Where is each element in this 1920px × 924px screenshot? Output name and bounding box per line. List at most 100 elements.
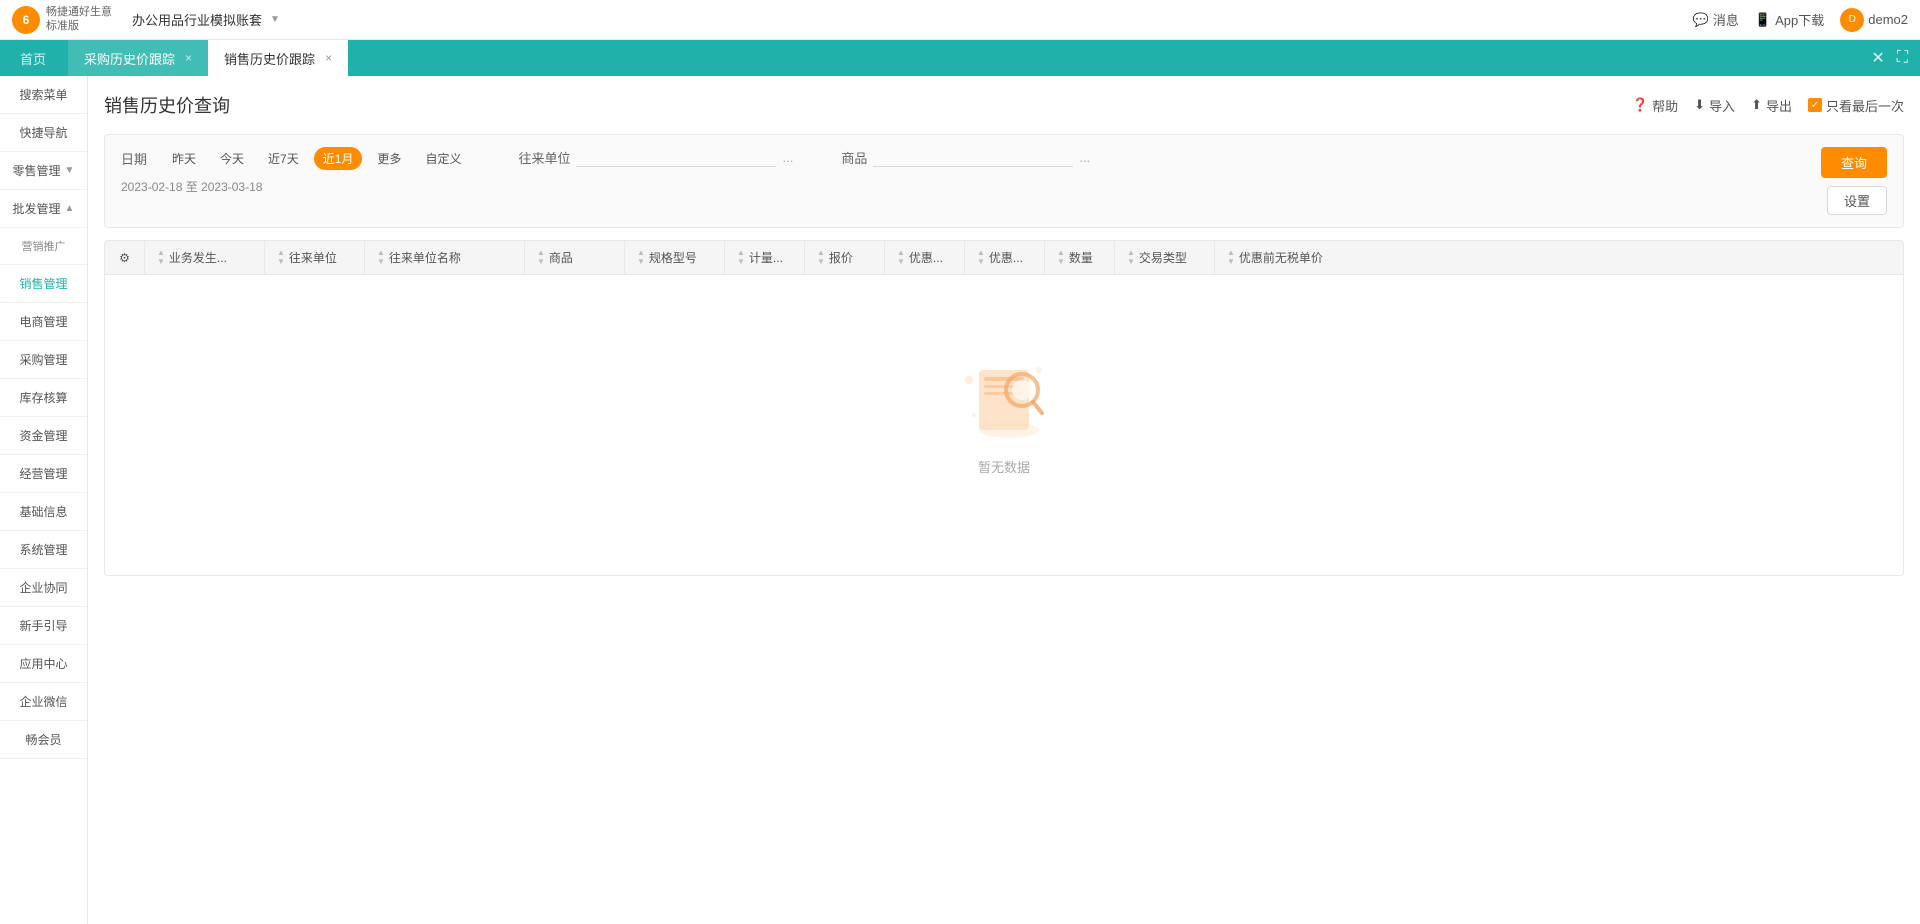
date-btn-1month[interactable]: 近1月: [314, 147, 363, 170]
sidebar-item-purchase-mgmt[interactable]: 采购管理: [0, 341, 87, 379]
import-icon: ⬇: [1694, 97, 1705, 113]
dropdown-arrow-icon[interactable]: ▼: [270, 14, 280, 25]
page-actions: ❓ 帮助 ⬇ 导入 ⬆ 导出 ✓ 只看最后一次: [1632, 96, 1904, 115]
member-label: 畅会员: [25, 731, 61, 748]
sidebar-item-basic-info[interactable]: 基础信息: [0, 493, 87, 531]
sidebar-item-beginner-guide[interactable]: 新手引导: [0, 607, 87, 645]
th-quote[interactable]: ▲▼ 报价: [805, 241, 885, 274]
only-last-checkbox[interactable]: ✓ 只看最后一次: [1808, 96, 1904, 115]
purchase-mgmt-label: 采购管理: [19, 351, 67, 368]
inventory-label: 库存核算: [19, 389, 67, 406]
partner-input[interactable]: [576, 147, 776, 167]
ops-mgmt-label: 经营管理: [19, 465, 67, 482]
sidebar-item-quick-nav[interactable]: 快捷导航: [0, 114, 87, 152]
sidebar-item-inventory[interactable]: 库存核算: [0, 379, 87, 417]
setting-button[interactable]: 设置: [1827, 186, 1887, 215]
tab-close-all-icon[interactable]: ✕: [1871, 48, 1884, 68]
date-btn-custom[interactable]: 自定义: [416, 147, 470, 170]
sidebar-item-enterprise-collab[interactable]: 企业协同: [0, 569, 87, 607]
sidebar-item-member[interactable]: 畅会员: [0, 721, 87, 759]
sort-no-tax-price: ▲▼: [1227, 249, 1235, 266]
th-trade-type[interactable]: ▲▼ 交易类型: [1115, 241, 1215, 274]
sidebar-item-retail-mgmt[interactable]: 零售管理 ▼: [0, 152, 87, 190]
logo-text: 畅捷通好生意 标准版: [46, 6, 112, 32]
message-icon: 💬: [1693, 12, 1709, 28]
gear-icon[interactable]: ⚙: [119, 251, 130, 265]
app-center-label: 应用中心: [19, 655, 67, 672]
th-goods[interactable]: ▲▼ 商品: [525, 241, 625, 274]
tab-close-purchase[interactable]: ×: [185, 51, 192, 65]
goods-dots: ...: [1079, 150, 1090, 165]
sidebar-item-enterprise-wechat[interactable]: 企业微信: [0, 683, 87, 721]
wholesale-arrow-icon: ▲: [65, 203, 75, 214]
filter-bar: 日期 昨天 今天 近7天 近1月 更多 自定义 2023-02-18 至 202…: [104, 134, 1904, 228]
help-button[interactable]: ❓ 帮助: [1632, 96, 1678, 115]
goods-input[interactable]: [873, 147, 1073, 167]
main-layout: 搜索菜单 快捷导航 零售管理 ▼ 批发管理 ▲ 营销推广 销售管理 电商管理 采…: [0, 76, 1920, 924]
sidebar-item-ecommerce[interactable]: 电商管理: [0, 303, 87, 341]
empty-illustration: [954, 355, 1054, 445]
page-title: 销售历史价查询: [104, 92, 230, 118]
content-area: 销售历史价查询 ❓ 帮助 ⬇ 导入 ⬆ 导出 ✓: [88, 76, 1920, 924]
sort-biz-date: ▲▼: [157, 249, 165, 266]
goods-filter: 商品 ...: [841, 147, 1090, 167]
sidebar-item-ops-mgmt[interactable]: 经营管理: [0, 455, 87, 493]
logo-area: 6 畅捷通好生意 标准版: [12, 6, 112, 34]
th-no-tax-price[interactable]: ▲▼ 优惠前无税单价: [1215, 241, 1903, 274]
top-bar-right: 💬 消息 📱 App下载 D demo2: [1693, 8, 1908, 32]
enterprise-collab-label: 企业协同: [19, 579, 67, 596]
date-btn-today[interactable]: 今天: [211, 147, 253, 170]
empty-state: 暂无数据: [105, 275, 1903, 556]
sidebar-item-sales-mgmt[interactable]: 销售管理: [0, 265, 87, 303]
top-bar: 6 畅捷通好生意 标准版 办公用品行业模拟账套 ▼ 💬 消息 📱 App下载 D…: [0, 0, 1920, 40]
tab-sales-history[interactable]: 销售历史价跟踪 ×: [208, 40, 348, 76]
th-qty[interactable]: ▲▼ 数量: [1045, 241, 1115, 274]
user-area[interactable]: D demo2: [1840, 8, 1908, 32]
sidebar-item-marketing[interactable]: 营销推广: [0, 228, 87, 265]
th-discount1[interactable]: ▲▼ 优惠...: [885, 241, 965, 274]
sidebar-item-finance-mgmt[interactable]: 资金管理: [0, 417, 87, 455]
date-btn-7days[interactable]: 近7天: [259, 147, 308, 170]
th-biz-date[interactable]: ▲▼ 业务发生...: [145, 241, 265, 274]
filter-right: 查询 设置: [1821, 147, 1887, 215]
goods-label: 商品: [841, 148, 867, 167]
empty-svg: [954, 355, 1054, 445]
sort-discount2: ▲▼: [977, 249, 985, 266]
message-button[interactable]: 💬 消息: [1693, 10, 1739, 29]
wholesale-mgmt-label: 批发管理: [13, 200, 61, 217]
top-bar-left: 6 畅捷通好生意 标准版 办公用品行业模拟账套 ▼: [12, 6, 280, 34]
partner-dots: ...: [782, 150, 793, 165]
page-container: 销售历史价查询 ❓ 帮助 ⬇ 导入 ⬆ 导出 ✓: [88, 76, 1920, 924]
th-partner-code[interactable]: ▲▼ 往来单位: [265, 241, 365, 274]
sidebar-item-search-menu[interactable]: 搜索菜单: [0, 76, 87, 114]
export-button[interactable]: ⬆ 导出: [1751, 96, 1792, 115]
date-btn-yesterday[interactable]: 昨天: [163, 147, 205, 170]
tab-close-sales[interactable]: ×: [325, 51, 332, 65]
sidebar-item-app-center[interactable]: 应用中心: [0, 645, 87, 683]
tab-fullscreen-icon[interactable]: ⛶: [1897, 49, 1908, 67]
th-spec[interactable]: ▲▼ 规格型号: [625, 241, 725, 274]
sidebar-item-sys-mgmt[interactable]: 系统管理: [0, 531, 87, 569]
finance-mgmt-label: 资金管理: [19, 427, 67, 444]
th-unit[interactable]: ▲▼ 计量...: [725, 241, 805, 274]
date-label: 日期: [121, 149, 147, 168]
table-body: 暂无数据: [105, 275, 1903, 575]
th-discount2[interactable]: ▲▼ 优惠...: [965, 241, 1045, 274]
date-btn-more[interactable]: 更多: [368, 147, 410, 170]
date-filter-row: 日期 昨天 今天 近7天 近1月 更多 自定义: [121, 147, 470, 170]
tab-purchase-history[interactable]: 采购历史价跟踪 ×: [68, 40, 208, 76]
query-button[interactable]: 查询: [1821, 147, 1887, 178]
import-button[interactable]: ⬇ 导入: [1694, 96, 1735, 115]
app-icon: 📱: [1755, 12, 1771, 28]
th-partner-name[interactable]: ▲▼ 往来单位名称: [365, 241, 525, 274]
enterprise-wechat-label: 企业微信: [19, 693, 67, 710]
sort-unit: ▲▼: [737, 249, 745, 266]
th-gear[interactable]: ⚙: [105, 241, 145, 274]
app-download-button[interactable]: 📱 App下载: [1755, 10, 1824, 29]
app-title: 办公用品行业模拟账套: [132, 10, 262, 29]
sort-discount1: ▲▼: [897, 249, 905, 266]
basic-info-label: 基础信息: [19, 503, 67, 520]
tab-home[interactable]: 首页: [0, 40, 66, 76]
sidebar-item-wholesale-mgmt[interactable]: 批发管理 ▲: [0, 190, 87, 228]
date-filter-group: 日期 昨天 今天 近7天 近1月 更多 自定义 2023-02-18 至 202…: [121, 147, 470, 195]
